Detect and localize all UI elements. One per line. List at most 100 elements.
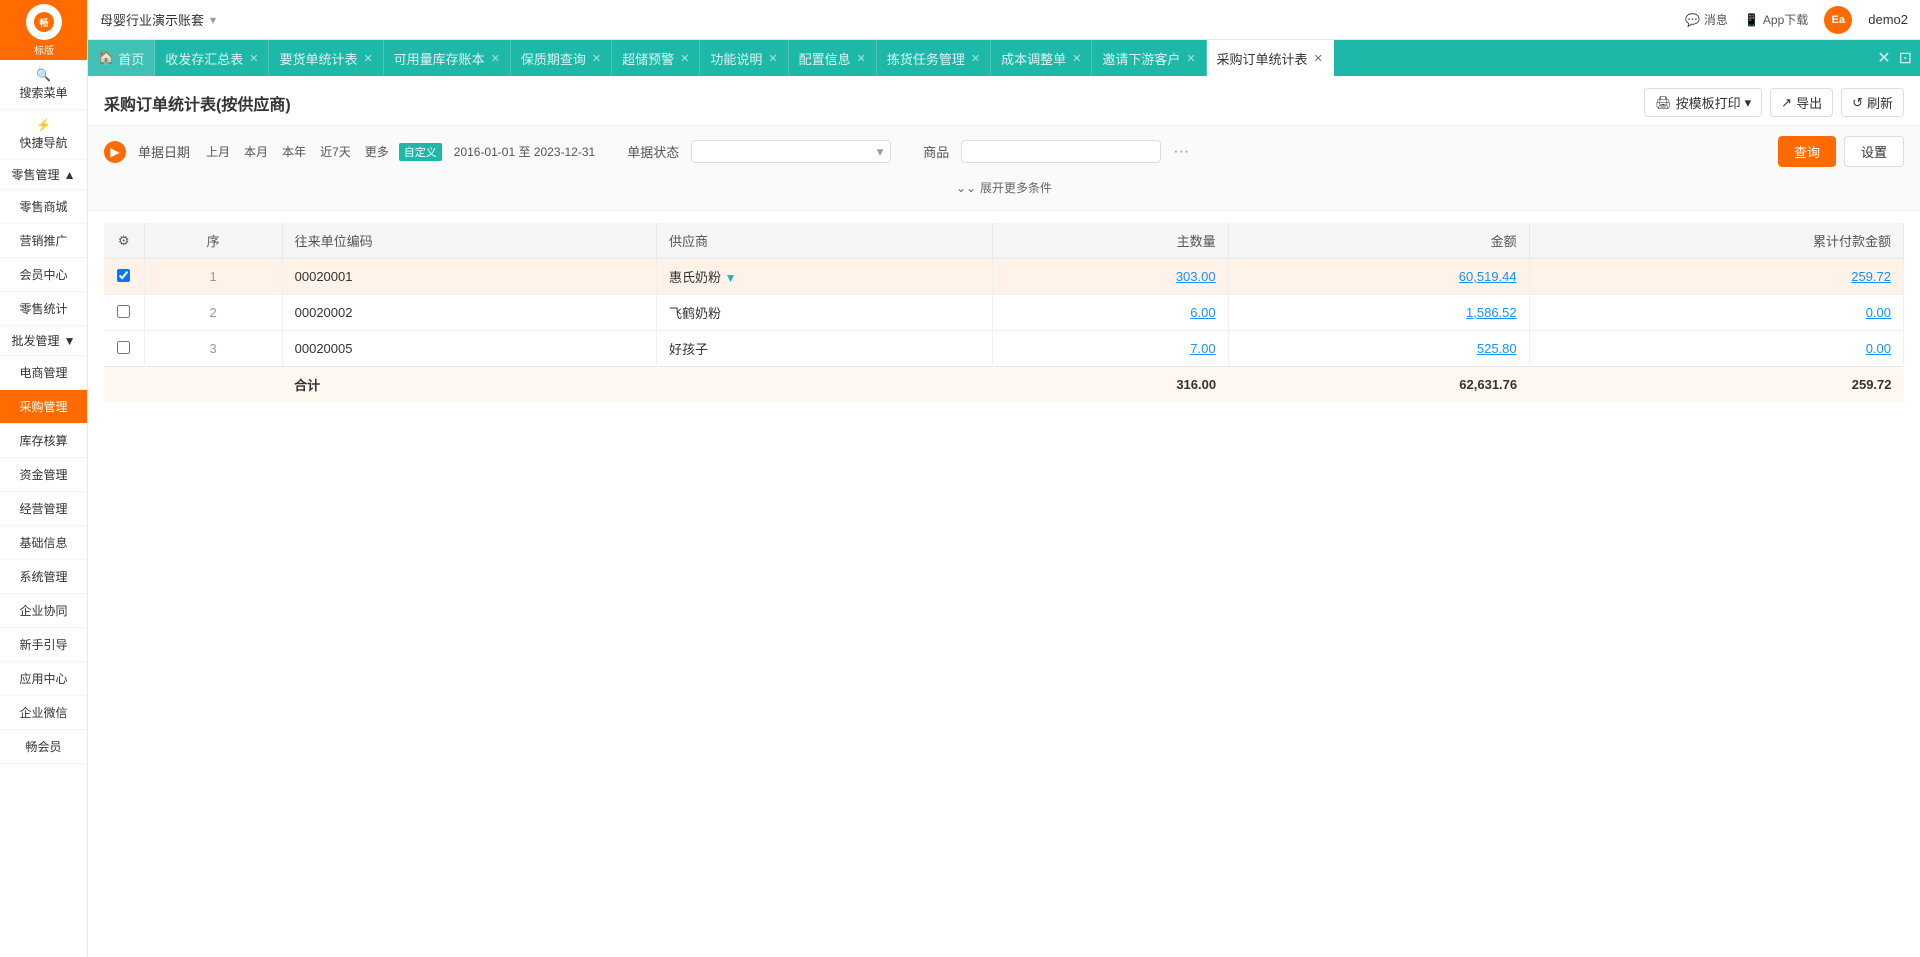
tab-close-icon[interactable]: ✕ [768,52,777,65]
refresh-icon: ↺ [1852,95,1863,111]
tab-yaohuodan[interactable]: 要货单统计表 ✕ [269,40,383,76]
row-qty-3[interactable]: 7.00 [993,331,1228,367]
app-logo: 畅 标版 [0,0,88,60]
date-shortcut-this-month[interactable]: 本月 [240,142,272,161]
tab-close-icon[interactable]: ✕ [971,52,980,65]
template-print-button[interactable]: 🖨 按模板打印 ▾ [1644,88,1762,117]
tab-yaoqing[interactable]: 邀请下游客户 ✕ [1092,40,1206,76]
sidebar-item-marketing[interactable]: 营销推广 [0,224,87,258]
status-select[interactable] [691,140,891,163]
filter-toggle-button[interactable]: ▶ [104,141,126,163]
sidebar-item-label: 采购管理 [19,398,67,415]
expand-more-button[interactable]: ⌄⌄ 展开更多条件 [104,175,1904,200]
tab-close-icon[interactable]: ✕ [857,52,866,65]
tab-keyong[interactable]: 可用量库存账本 ✕ [384,40,511,76]
workspace-selector[interactable]: 母婴行业演示账套 ▾ [100,10,216,29]
tab-close-icon[interactable]: ✕ [592,52,601,65]
tab-close-icon[interactable]: ✕ [1072,52,1081,65]
row-expand-icon-1[interactable]: ▼ [725,271,737,285]
row-qty-1[interactable]: 303.00 [993,259,1228,295]
sidebar-item-business[interactable]: 经营管理 [0,492,87,526]
page-content: 采购订单统计表(按供应商) 🖨 按模板打印 ▾ ↗ 导出 ↺ 刷新 [88,76,1920,957]
data-table: ⚙ 序 往来单位编码 供应商 主数量 金额 累计付款金额 1 00020001 [104,223,1904,402]
row-checkbox-3[interactable] [104,331,144,367]
tab-baoyuqi[interactable]: 保质期查询 ✕ [511,40,612,76]
sidebar-item-wechat[interactable]: 企业微信 [0,696,87,730]
more-filters-icon[interactable]: ··· [1173,143,1189,161]
tab-peizhi[interactable]: 配置信息 ✕ [789,40,877,76]
tab-label: 收发存汇总表 [165,49,243,68]
svg-text:畅: 畅 [39,17,48,28]
message-button[interactable]: 💬 消息 [1685,11,1728,28]
sidebar-item-basic[interactable]: 基础信息 [0,526,87,560]
sidebar-item-appcenter[interactable]: 应用中心 [0,662,87,696]
export-button[interactable]: ↗ 导出 [1770,88,1833,117]
sidebar-item-label: 快捷导航 [19,134,67,151]
user-name[interactable]: demo2 [1868,12,1908,27]
tab-close-all-icon[interactable]: ✕ [1877,48,1890,68]
query-button[interactable]: 查询 [1778,136,1836,167]
tab-label: 超储预警 [622,49,674,68]
sidebar-item-search[interactable]: 🔍 搜索菜单 [0,60,87,110]
tab-chenben[interactable]: 成本调整单 ✕ [991,40,1092,76]
goods-filter-label: 商品 [923,142,949,161]
settings-button[interactable]: 设置 [1844,136,1904,167]
sidebar-item-ecommerce[interactable]: 电商管理 [0,356,87,390]
print-icon: 🖨 [1655,95,1672,111]
page-title: 采购订单统计表(按供应商) [104,91,291,115]
tab-close-icon[interactable]: ✕ [363,52,372,65]
logo-icon: 畅 [26,4,62,40]
tab-close-icon[interactable]: ✕ [1314,52,1323,65]
date-shortcut-last-month[interactable]: 上月 [202,142,234,161]
sidebar-item-retail[interactable]: 零售管理 ▲ [0,160,87,190]
tab-shoufahui[interactable]: 收发存汇总表 ✕ [155,40,269,76]
app-download-label: App下载 [1763,11,1808,28]
sidebar-item-finance[interactable]: 资金管理 [0,458,87,492]
sidebar-item-wholesale[interactable]: 批发管理 ▼ [0,326,87,356]
tab-expand-icon[interactable]: ⊡ [1899,48,1912,68]
sidebar-item-vip[interactable]: 畅会员 [0,730,87,764]
row-paid-2[interactable]: 0.00 [1529,295,1903,331]
tab-paihuorenwu[interactable]: 拣货任务管理 ✕ [877,40,991,76]
tab-close-icon[interactable]: ✕ [680,52,689,65]
refresh-button[interactable]: ↺ 刷新 [1841,88,1904,117]
date-shortcut-this-year[interactable]: 本年 [278,142,310,161]
row-paid-3[interactable]: 0.00 [1529,331,1903,367]
sidebar-item-retail-stat[interactable]: 零售统计 [0,292,87,326]
sidebar-item-enterprise[interactable]: 企业协同 [0,594,87,628]
tab-chaochuyujing[interactable]: 超储预警 ✕ [612,40,700,76]
sidebar-item-member[interactable]: 会员中心 [0,258,87,292]
tab-gongneng[interactable]: 功能说明 ✕ [700,40,788,76]
row-supplier-2: 飞鹤奶粉 [656,295,992,331]
tab-caigou[interactable]: 采购订单统计表 ✕ [1207,40,1334,76]
row-amount-1[interactable]: 60,519.44 [1228,259,1529,295]
sidebar-item-label: 企业微信 [19,704,67,721]
tab-bar: 🏠 首页 收发存汇总表 ✕ 要货单统计表 ✕ 可用量库存账本 ✕ 保质期查询 ✕… [88,40,1920,76]
tab-close-icon[interactable]: ✕ [1186,52,1195,65]
row-checkbox-1[interactable] [104,259,144,295]
app-download-button[interactable]: 📱 App下载 [1744,11,1808,28]
row-amount-3[interactable]: 525.80 [1228,331,1529,367]
goods-input[interactable] [961,140,1161,163]
date-shortcut-7days[interactable]: 近7天 [316,142,355,161]
row-qty-2[interactable]: 6.00 [993,295,1228,331]
date-filter-label: 单据日期 [138,142,190,161]
date-range-display[interactable]: 2016-01-01 至 2023-12-31 [454,143,595,160]
sidebar-item-newguide[interactable]: 新手引导 [0,628,87,662]
sidebar-item-shortcut[interactable]: ⚡ 快捷导航 [0,110,87,160]
row-amount-2[interactable]: 1,586.52 [1228,295,1529,331]
tab-close-icon[interactable]: ✕ [491,52,500,65]
sidebar-item-retail-shop[interactable]: 零售商城 [0,190,87,224]
sidebar-item-purchase[interactable]: 采购管理 [0,390,87,424]
app-icon: 📱 [1744,13,1759,27]
row-paid-1[interactable]: 259.72 [1529,259,1903,295]
expand-more-icon: ⌄⌄ [956,181,976,195]
sidebar-item-system[interactable]: 系统管理 [0,560,87,594]
sidebar-item-inventory[interactable]: 库存核算 [0,424,87,458]
tab-close-icon[interactable]: ✕ [249,52,258,65]
row-checkbox-2[interactable] [104,295,144,331]
tab-home[interactable]: 🏠 首页 [88,40,155,76]
date-shortcut-more[interactable]: 更多 [361,142,393,161]
workspace-arrow-icon: ▾ [210,13,216,27]
table-settings-icon[interactable]: ⚙ [104,223,144,259]
